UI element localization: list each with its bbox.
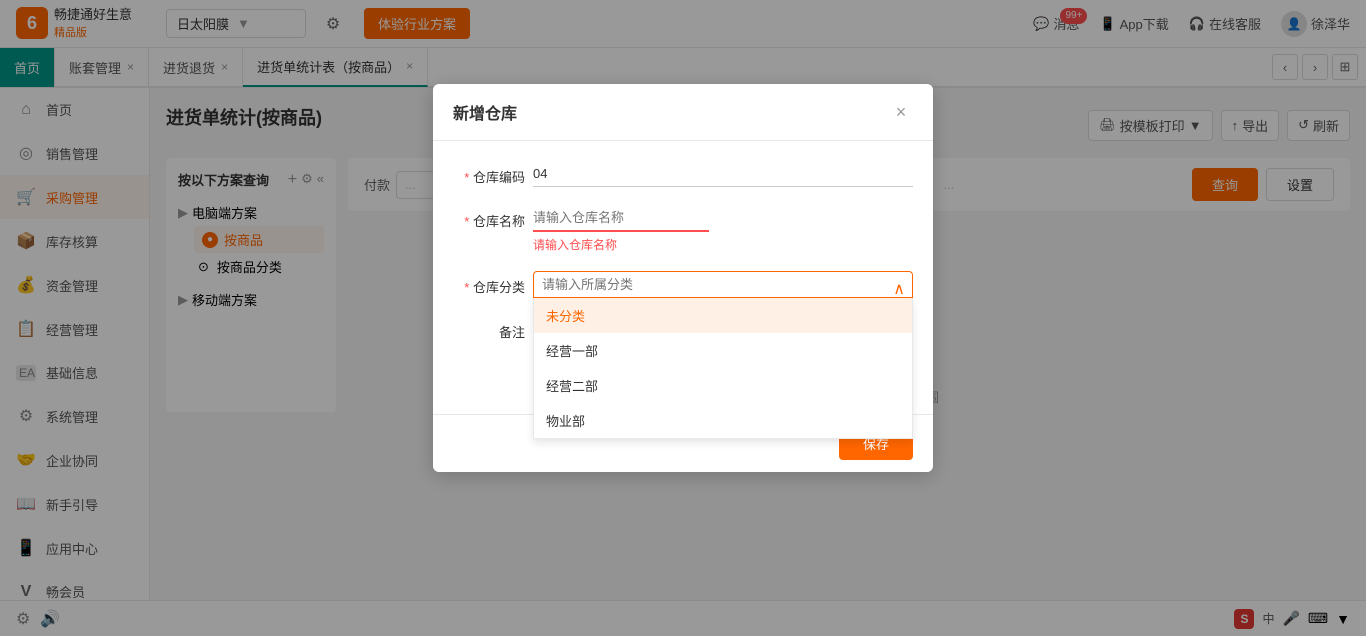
dropdown-item-dept1[interactable]: 经营一部	[534, 333, 912, 368]
dropdown-item-dept2[interactable]: 经营二部	[534, 368, 912, 403]
category-arrow-up-icon[interactable]: ∧	[893, 279, 905, 299]
form-row-category: * 仓库分类 ∧ 未分类 经营一部 经营二部 物业部	[453, 271, 913, 298]
remark-label: 备注	[453, 316, 533, 341]
form-row-name: * 仓库名称 请输入仓库名称	[453, 205, 913, 253]
name-label: * 仓库名称	[453, 205, 533, 230]
modal-add-warehouse: 新增仓库 × * 仓库编码 * 仓库名称	[433, 84, 933, 472]
name-error-message: 请输入仓库名称	[533, 238, 617, 252]
modal-overlay[interactable]: 新增仓库 × * 仓库编码 * 仓库名称	[0, 0, 1366, 636]
code-input[interactable]	[533, 161, 913, 187]
category-select-container: ∧ 未分类 经营一部 经营二部 物业部	[533, 271, 913, 298]
code-label: * 仓库编码	[453, 161, 533, 186]
modal-title: 新增仓库	[453, 100, 517, 124]
code-required-star: *	[464, 170, 469, 185]
dropdown-item-uncategorized[interactable]: 未分类	[534, 298, 912, 333]
modal-body: * 仓库编码 * 仓库名称 请输入仓库名称	[433, 141, 933, 414]
name-input[interactable]	[533, 205, 709, 232]
name-required-star: *	[464, 214, 469, 229]
category-dropdown: 未分类 经营一部 经营二部 物业部	[533, 298, 913, 439]
modal-header: 新增仓库 ×	[433, 84, 933, 141]
form-row-code: * 仓库编码	[453, 161, 913, 187]
category-required-star: *	[464, 280, 469, 295]
category-label: * 仓库分类	[453, 271, 533, 296]
dropdown-item-dept3[interactable]: 物业部	[534, 403, 912, 438]
category-select-input[interactable]	[533, 271, 913, 298]
modal-close-button[interactable]: ×	[889, 100, 913, 124]
